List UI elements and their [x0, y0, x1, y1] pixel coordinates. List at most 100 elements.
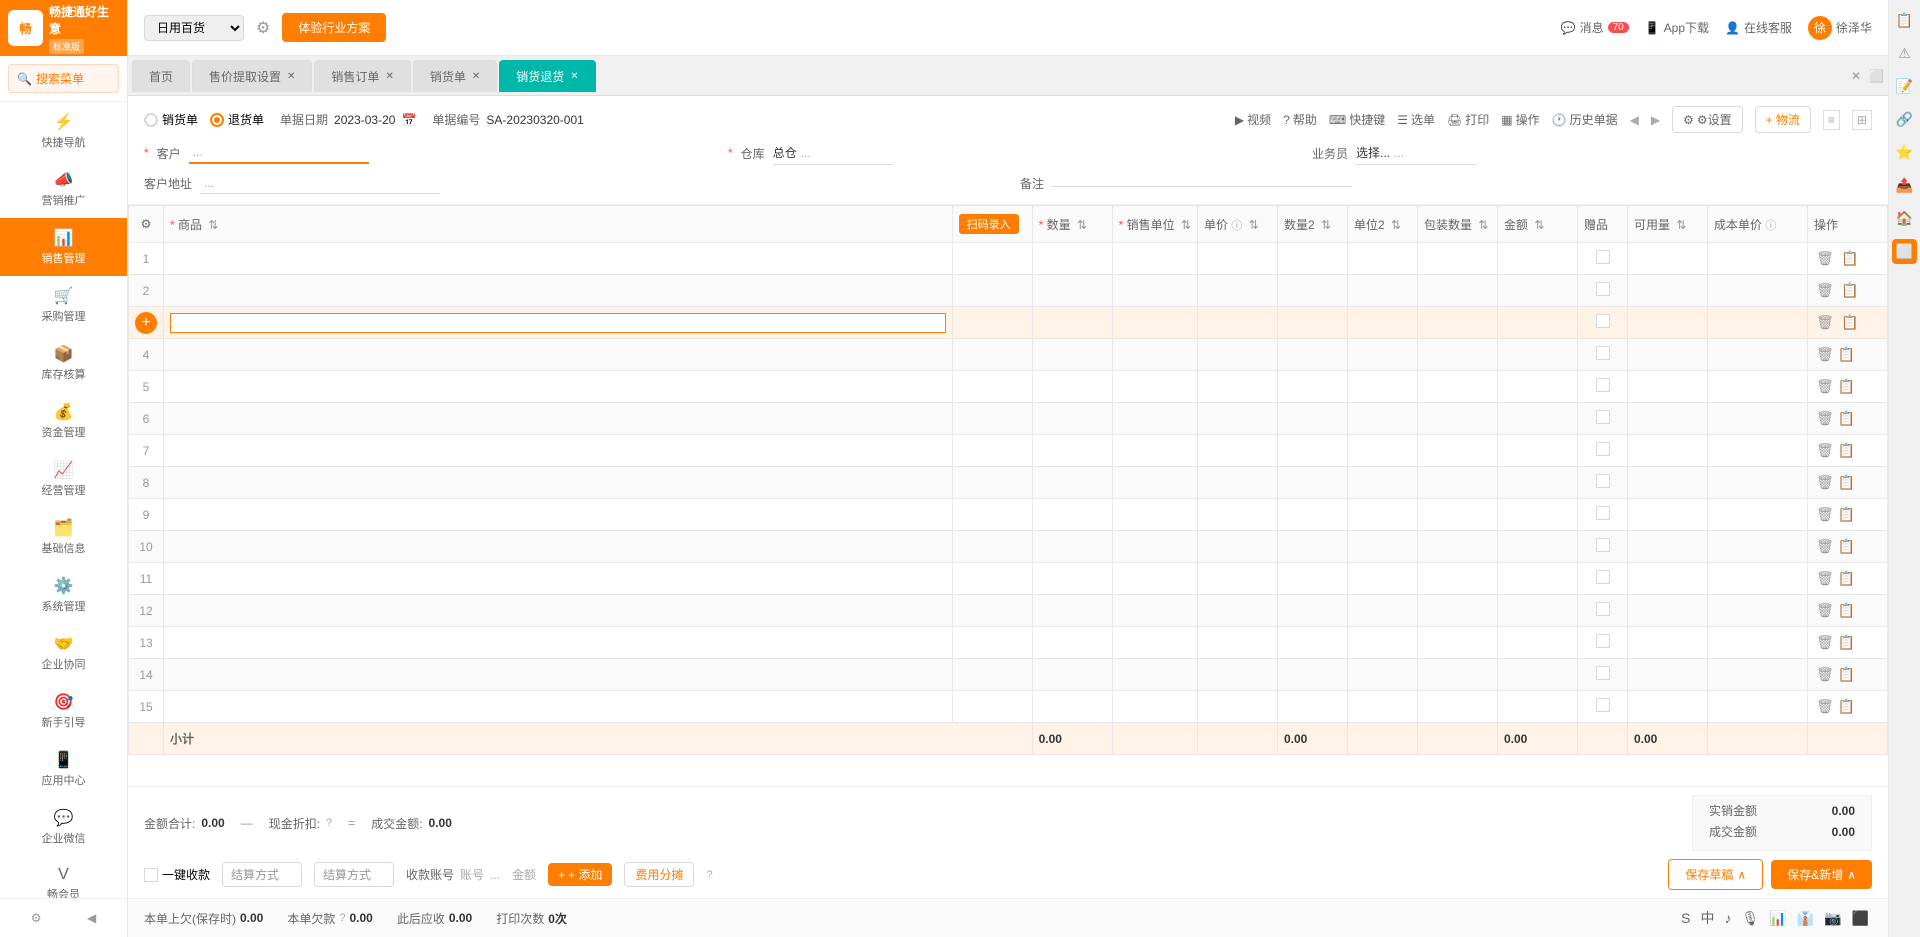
- message-button[interactable]: 💬 消息 70: [1561, 19, 1629, 36]
- select-action[interactable]: ☰ 选单: [1397, 111, 1435, 128]
- row-8-delete-btn[interactable]: 🗑: [1814, 472, 1836, 493]
- row-2-copy-btn[interactable]: 📋: [1839, 280, 1860, 301]
- row-3-goods[interactable]: [164, 307, 953, 339]
- sidebar-item-appstore[interactable]: 📱 应用中心: [0, 740, 127, 798]
- toolbar-icon-5[interactable]: 📊: [1766, 907, 1789, 930]
- row-2-pack-qty[interactable]: [1418, 275, 1498, 307]
- row-3-copy-btn[interactable]: 📋: [1839, 312, 1860, 333]
- industry-select[interactable]: 日用百货: [144, 15, 244, 41]
- sidebar-item-inventory[interactable]: 📦 库存核算: [0, 334, 127, 392]
- row-1-unit2[interactable]: [1348, 243, 1418, 275]
- row-2-gift-checkbox[interactable]: [1596, 282, 1610, 296]
- toolbar-icon-1[interactable]: S: [1678, 907, 1693, 929]
- help-action[interactable]: ? 帮助: [1283, 111, 1317, 128]
- row-7-copy-btn[interactable]: 📋: [1836, 440, 1857, 461]
- app-download-button[interactable]: 📱 App下载: [1645, 19, 1709, 36]
- tab-restore-icon[interactable]: ⬜: [1869, 69, 1884, 83]
- row-3-delete-btn[interactable]: 🗑: [1814, 312, 1836, 333]
- available-sort-icon[interactable]: ⇅: [1676, 218, 1686, 232]
- row-12-delete-btn[interactable]: 🗑: [1814, 600, 1836, 621]
- tab-price-setting-close[interactable]: ✕: [287, 71, 295, 82]
- row-7-gift-checkbox[interactable]: [1596, 442, 1610, 456]
- row-2-cost-price[interactable]: [1708, 275, 1808, 307]
- row-6-copy-btn[interactable]: 📋: [1836, 408, 1857, 429]
- sidebar-item-shortcut[interactable]: ⚡ 快捷导航: [0, 102, 127, 160]
- note-input[interactable]: [1052, 180, 1352, 187]
- right-icon-4[interactable]: 🔗: [1892, 107, 1917, 132]
- shortcut-action[interactable]: ⌨ 快捷键: [1329, 111, 1385, 128]
- print-action[interactable]: 🖨 打印: [1447, 111, 1489, 128]
- one-click-collection-checkbox[interactable]: 一键收款: [144, 866, 210, 883]
- toolbar-icon-8[interactable]: ⬛: [1849, 907, 1872, 930]
- row-1-delete-btn[interactable]: 🗑: [1814, 248, 1836, 269]
- user-menu[interactable]: 徐 徐泽华: [1808, 16, 1872, 40]
- tab-close-icon[interactable]: ✕: [1851, 69, 1861, 83]
- staff-input[interactable]: 选择... ...: [1356, 141, 1476, 165]
- sidebar-item-sales[interactable]: 📊 销售管理: [0, 218, 127, 276]
- row-2-available[interactable]: [1628, 275, 1708, 307]
- unit-price-sort-icon[interactable]: ⇅: [1249, 218, 1259, 232]
- calc-method-select[interactable]: 结算方式: [314, 862, 394, 887]
- setting-button[interactable]: ⚙ ⚙设置: [1672, 106, 1743, 133]
- row-14-delete-btn[interactable]: 🗑: [1814, 664, 1836, 685]
- customer-input[interactable]: ...: [189, 142, 369, 164]
- right-icon-5[interactable]: ⭐: [1892, 140, 1917, 165]
- row-5-delete-btn[interactable]: 🗑: [1814, 376, 1836, 397]
- online-service-button[interactable]: 👤 在线客服: [1725, 19, 1792, 36]
- toolbar-icon-4[interactable]: 🎙: [1738, 907, 1762, 930]
- right-icon-1[interactable]: 📋: [1892, 8, 1917, 33]
- amount-input-placeholder[interactable]: 金额: [512, 866, 536, 883]
- tab-price-setting[interactable]: 售价提取设置 ✕: [192, 60, 312, 92]
- add-payment-button[interactable]: + + 添加: [548, 863, 612, 886]
- row-15-gift-checkbox[interactable]: [1596, 698, 1610, 712]
- row-3-gift-checkbox[interactable]: [1596, 314, 1610, 328]
- amount-sort-icon[interactable]: ⇅: [1534, 218, 1544, 232]
- row-6-gift-checkbox[interactable]: [1596, 410, 1610, 424]
- row-10-delete-btn[interactable]: 🗑: [1814, 536, 1836, 557]
- tab-sales-order[interactable]: 销售订单 ✕: [314, 60, 410, 92]
- goods-sort-icon[interactable]: ⇅: [208, 218, 218, 232]
- sidebar-item-member[interactable]: V 畅会员: [0, 856, 127, 898]
- toolbar-icon-2[interactable]: 中: [1697, 905, 1717, 931]
- row-5-gift-checkbox[interactable]: [1596, 378, 1610, 392]
- sidebar-item-enterprise[interactable]: 🤝 企业协同: [0, 624, 127, 682]
- toolbar-icon-7[interactable]: 📷: [1821, 907, 1844, 930]
- logistics-button[interactable]: + 物流: [1755, 106, 1811, 133]
- row-1-amount[interactable]: [1498, 243, 1578, 275]
- row-15-delete-btn[interactable]: 🗑: [1814, 696, 1836, 717]
- tab-sales-order-close[interactable]: ✕: [385, 71, 393, 82]
- operate-action[interactable]: ▦ 操作: [1501, 111, 1539, 128]
- sidebar-item-marketing[interactable]: 📣 营销推广: [0, 160, 127, 218]
- row-5-copy-btn[interactable]: 📋: [1836, 376, 1857, 397]
- sidebar-item-finance[interactable]: 💰 资金管理: [0, 392, 127, 450]
- collapse-sidebar-icon[interactable]: ◀: [83, 907, 100, 929]
- row-2-sales-unit[interactable]: [1112, 275, 1197, 307]
- row-13-gift-checkbox[interactable]: [1596, 634, 1610, 648]
- row-12-copy-btn[interactable]: 📋: [1836, 600, 1857, 621]
- video-action[interactable]: ▶ 视频: [1235, 111, 1271, 128]
- pack-qty-sort-icon[interactable]: ⇅: [1478, 218, 1488, 232]
- save-new-button[interactable]: 保存&新增 ∧: [1771, 860, 1872, 889]
- row-10-copy-btn[interactable]: 📋: [1836, 536, 1857, 557]
- expense-split-button[interactable]: 费用分摊: [624, 862, 694, 887]
- right-icon-2[interactable]: ⚠: [1894, 41, 1915, 66]
- save-draft-button[interactable]: 保存草稿 ∧: [1668, 859, 1763, 890]
- sidebar-item-purchase[interactable]: 🛒 采购管理: [0, 276, 127, 334]
- row-2-qty[interactable]: [1032, 275, 1112, 307]
- prev-record-icon[interactable]: ◀: [1630, 113, 1639, 127]
- right-icon-3[interactable]: 📝: [1892, 74, 1917, 99]
- row-1-qty[interactable]: [1032, 243, 1112, 275]
- row-14-copy-btn[interactable]: 📋: [1836, 664, 1857, 685]
- row-13-copy-btn[interactable]: 📋: [1836, 632, 1857, 653]
- sidebar-item-system[interactable]: ⚙️ 系统管理: [0, 566, 127, 624]
- qty2-sort-icon[interactable]: ⇅: [1321, 218, 1331, 232]
- toolbar-icon-6[interactable]: 👔: [1794, 907, 1817, 930]
- row-8-copy-btn[interactable]: 📋: [1836, 472, 1857, 493]
- row-9-copy-btn[interactable]: 📋: [1836, 504, 1857, 525]
- trial-button[interactable]: 体验行业方案: [282, 13, 386, 42]
- tab-sales-bill-close[interactable]: ✕: [472, 71, 480, 82]
- row-2-unit2[interactable]: [1348, 275, 1418, 307]
- sidebar-item-basic[interactable]: 🗂️ 基础信息: [0, 508, 127, 566]
- toolbar-icon-3[interactable]: ♪: [1721, 907, 1734, 929]
- unit2-sort-icon[interactable]: ⇅: [1391, 218, 1401, 232]
